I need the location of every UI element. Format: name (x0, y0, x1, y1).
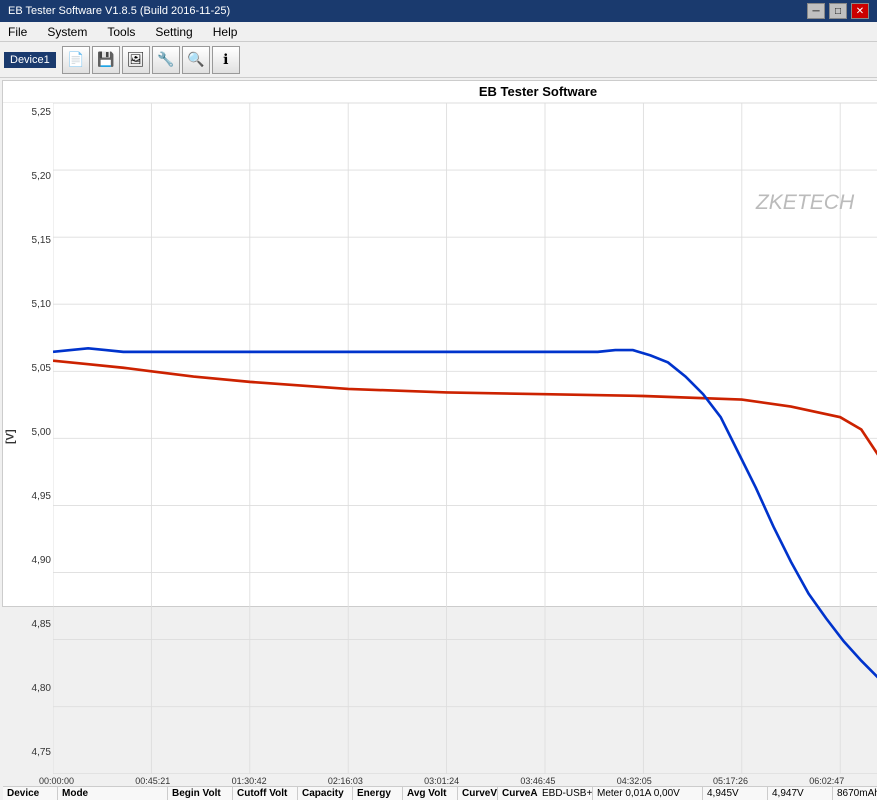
y-axis-left: 5,25 5,20 5,15 5,10 5,05 5,00 4,95 4,90 … (17, 103, 53, 774)
red-curve (53, 361, 877, 770)
menu-setting[interactable]: Setting (151, 25, 196, 39)
cell-begin-volt: 4,945V (703, 787, 768, 800)
settings-button[interactable]: 🔧 (152, 46, 180, 74)
menu-help[interactable]: Help (209, 25, 242, 39)
cell-cutoff-volt: 4,947V (768, 787, 833, 800)
window-controls: ─ □ ✕ (807, 3, 869, 19)
cell-device: EBD-USB+ (538, 787, 593, 800)
x-axis-labels: 00:00:00 00:45:21 01:30:42 02:16:03 03:0… (3, 774, 877, 786)
close-button[interactable]: ✕ (851, 3, 869, 19)
search-button[interactable]: 🔍 (182, 46, 210, 74)
minimize-button[interactable]: ─ (807, 3, 825, 19)
menu-tools[interactable]: Tools (103, 25, 139, 39)
maximize-button[interactable]: □ (829, 3, 847, 19)
data-table: Device Mode Begin Volt Cutoff Volt Capac… (3, 786, 877, 800)
header-curvev: CurveV (458, 787, 498, 800)
table-header-row: Device Mode Begin Volt Cutoff Volt Capac… (3, 787, 538, 800)
y-axis-left-label: [V] (4, 430, 16, 445)
header-capacity: Capacity (298, 787, 353, 800)
device-label: Device1 (4, 52, 56, 68)
header-avg-volt: Avg Volt (403, 787, 458, 800)
save-button[interactable]: 💾 (92, 46, 120, 74)
menu-file[interactable]: File (4, 25, 31, 39)
chart-title: EB Tester Software (3, 81, 877, 103)
header-device: Device (3, 787, 58, 800)
watermark-text: ZKETECH (755, 191, 855, 214)
cell-mode: Meter 0,01A 0,00V (593, 787, 703, 800)
header-energy: Energy (353, 787, 403, 800)
info-button[interactable]: ℹ (212, 46, 240, 74)
main-content: EB Tester Software [V] 5,25 5,20 5,15 5,… (0, 78, 877, 609)
window-title: EB Tester Software V1.8.5 (Build 2016-11… (8, 5, 230, 17)
table-data-row: EBD-USB+ Meter 0,01A 0,00V 4,945V 4,947V… (538, 787, 877, 800)
menu-system[interactable]: System (43, 25, 91, 39)
chart-svg: ZKETECH (53, 103, 877, 774)
blue-curve (53, 348, 877, 738)
menu-bar: File System Tools Setting Help (0, 22, 877, 42)
chart-wrapper: [V] 5,25 5,20 5,15 5,10 5,05 5,00 4,95 4… (3, 103, 877, 774)
cell-capacity: 8670mAh (833, 787, 877, 800)
header-mode: Mode (58, 787, 168, 800)
header-cutoff-volt: Cutoff Volt (233, 787, 298, 800)
toolbar: Device1 📄 💾 🖼 🔧 🔍 ℹ (0, 42, 877, 78)
title-bar: EB Tester Software V1.8.5 (Build 2016-11… (0, 0, 877, 22)
chart-svg-container: ZKETECH (53, 103, 877, 774)
new-button[interactable]: 📄 (62, 46, 90, 74)
header-begin-volt: Begin Volt (168, 787, 233, 800)
header-curvea: CurveA (498, 787, 538, 800)
open-button[interactable]: 🖼 (122, 46, 150, 74)
chart-area: EB Tester Software [V] 5,25 5,20 5,15 5,… (2, 80, 877, 607)
